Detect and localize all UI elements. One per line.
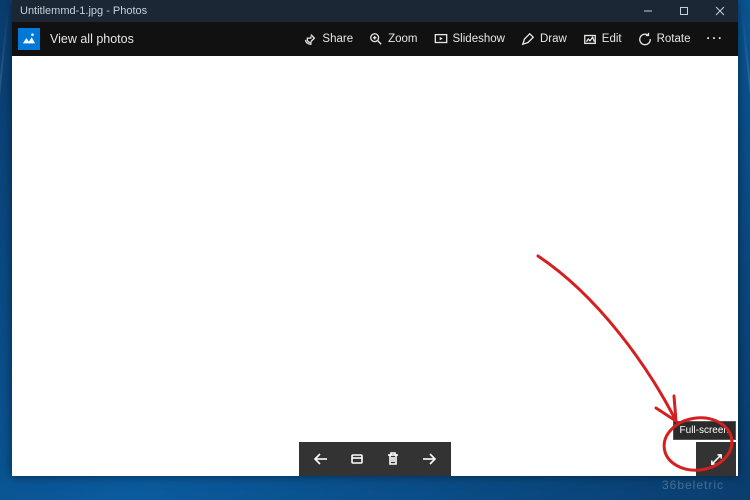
rotate-icon <box>638 32 652 46</box>
more-options-button[interactable]: ··· <box>699 22 733 56</box>
window-title: Untitlemmd-1.jpg - Photos <box>20 5 147 17</box>
share-icon <box>303 32 317 46</box>
photos-app-icon <box>18 28 40 50</box>
maximize-button[interactable] <box>666 0 702 22</box>
rotate-label: Rotate <box>657 33 691 45</box>
close-button[interactable] <box>702 0 738 22</box>
edit-label: Edit <box>602 33 622 45</box>
fullscreen-icon <box>709 452 724 467</box>
photos-app-window: Untitlemmd-1.jpg - Photos View all photo… <box>12 0 738 476</box>
app-toolbar: View all photos Share Zoom Slideshow Dra… <box>12 22 738 56</box>
rotate-button[interactable]: Rotate <box>630 22 699 56</box>
zoom-label: Zoom <box>388 33 417 45</box>
minimize-button[interactable] <box>630 0 666 22</box>
next-button[interactable] <box>411 442 447 476</box>
draw-icon <box>521 32 535 46</box>
fullscreen-button[interactable] <box>696 442 736 476</box>
edit-icon <box>583 32 597 46</box>
zoom-icon <box>369 32 383 46</box>
arrow-right-icon <box>421 451 437 467</box>
window-titlebar: Untitlemmd-1.jpg - Photos <box>12 0 738 22</box>
fullscreen-tooltip: Full-screen <box>673 421 736 440</box>
edit-button[interactable]: Edit <box>575 22 630 56</box>
navigation-bar <box>299 442 451 476</box>
slideshow-button[interactable]: Slideshow <box>426 22 513 56</box>
collection-icon <box>349 451 365 467</box>
slideshow-label: Slideshow <box>453 33 505 45</box>
view-all-photos-link[interactable]: View all photos <box>50 32 134 46</box>
collection-button[interactable] <box>339 442 375 476</box>
more-icon: ··· <box>707 33 725 45</box>
photo-canvas[interactable]: Full-screen <box>12 56 738 476</box>
draw-label: Draw <box>540 33 567 45</box>
zoom-button[interactable]: Zoom <box>361 22 425 56</box>
delete-button[interactable] <box>375 442 411 476</box>
slideshow-icon <box>434 32 448 46</box>
draw-button[interactable]: Draw <box>513 22 575 56</box>
share-button[interactable]: Share <box>295 22 361 56</box>
trash-icon <box>385 451 401 467</box>
previous-button[interactable] <box>303 442 339 476</box>
watermark-text: 36beletric <box>662 478 724 492</box>
share-label: Share <box>322 33 353 45</box>
arrow-left-icon <box>313 451 329 467</box>
